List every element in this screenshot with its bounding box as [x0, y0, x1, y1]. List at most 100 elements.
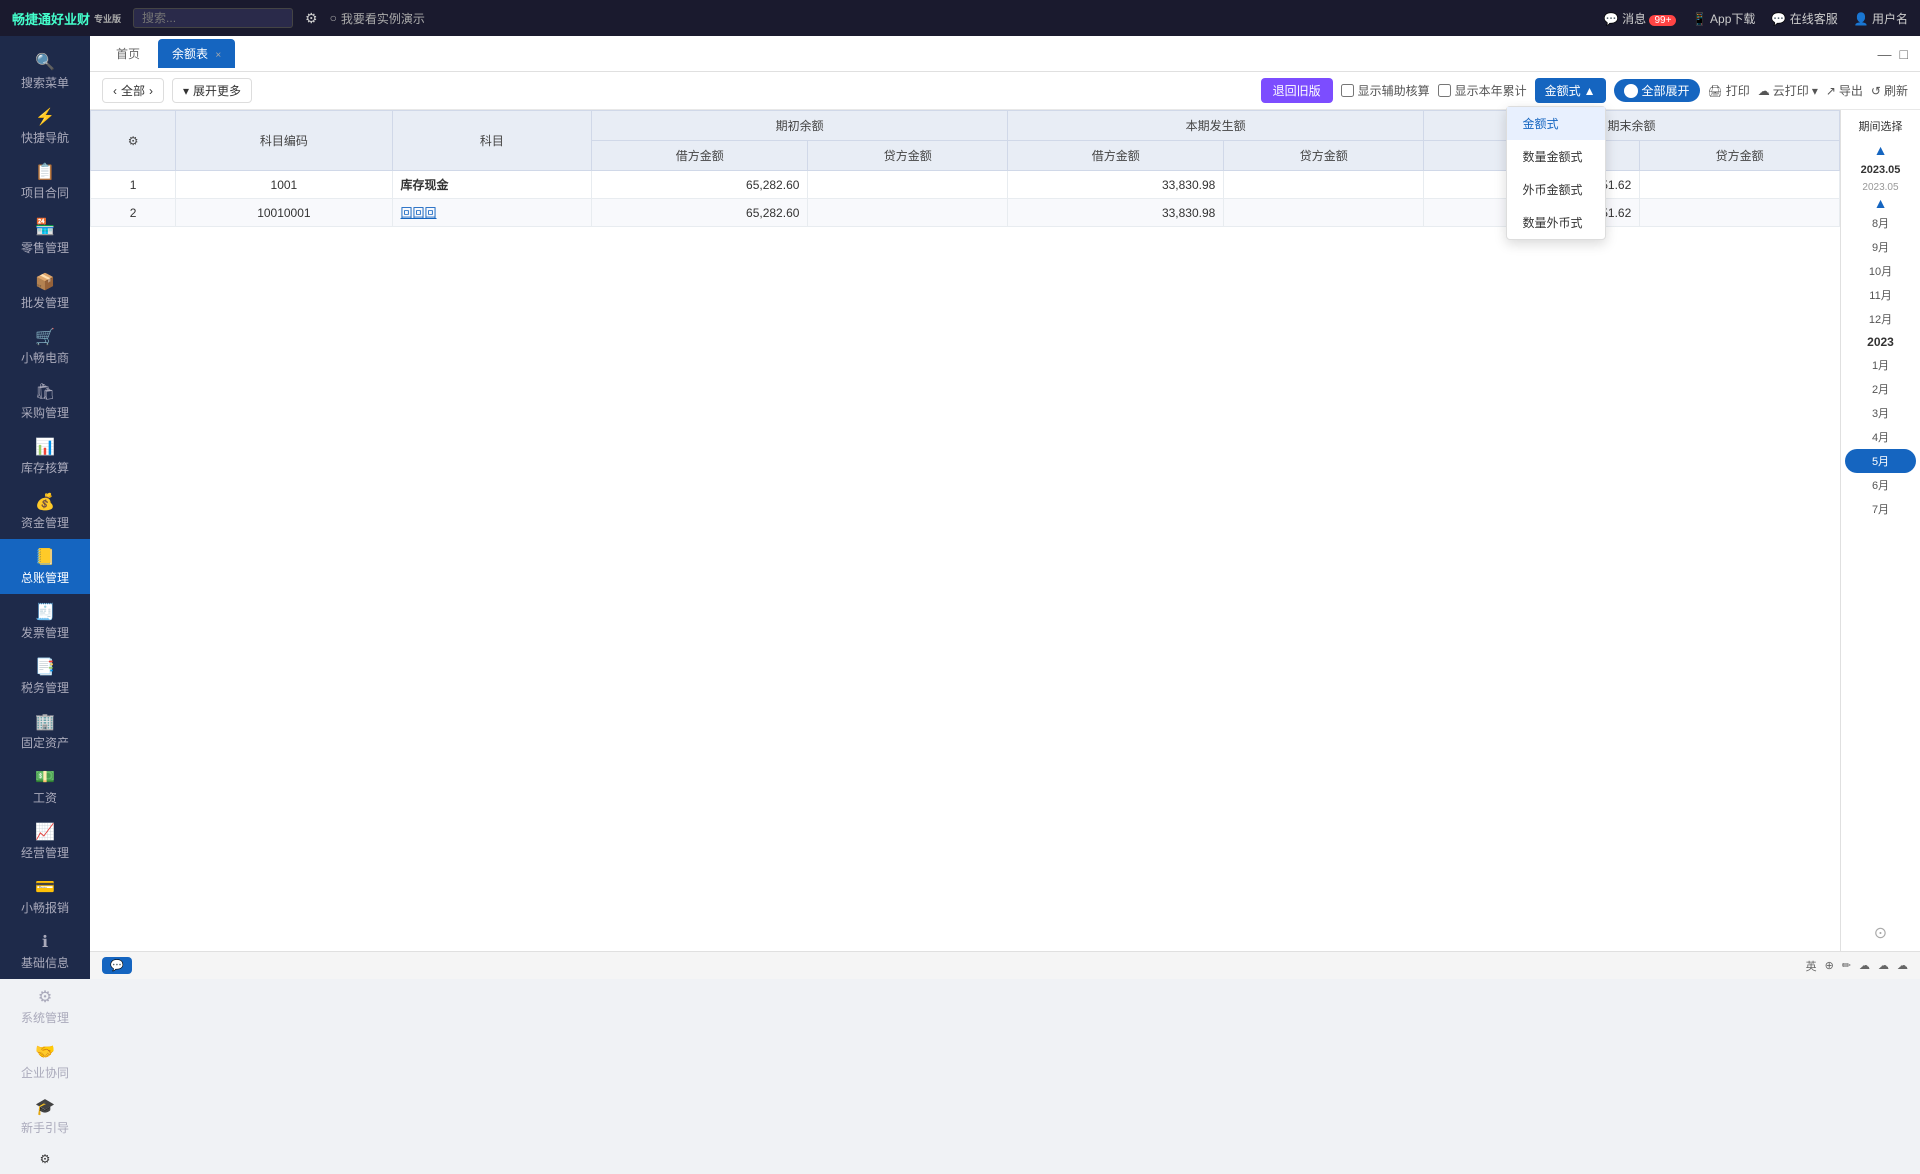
ytd-checkbox[interactable] — [1438, 84, 1451, 97]
th-name: 科目 — [392, 111, 592, 171]
tab-home[interactable]: 首页 — [102, 39, 154, 68]
ops-icon: 📈 — [35, 822, 55, 842]
sidebar-item-guide[interactable]: 🎓 新手引导 — [0, 1089, 90, 1144]
sidebar-item-purchase[interactable]: 🛍 采购管理 — [0, 374, 90, 429]
show-assist-check[interactable]: 显示辅助核算 — [1341, 82, 1430, 99]
expand-toggle-btn[interactable]: 全部展开 — [1614, 79, 1700, 102]
sidebar-item-expense[interactable]: 💳 小畅报销 — [0, 869, 90, 924]
ledger-icon: 📒 — [35, 547, 55, 567]
sidebar-label: 基础信息 — [21, 954, 69, 971]
rp-month-9[interactable]: 9月 — [1845, 235, 1916, 259]
rp-month-7[interactable]: 7月 — [1845, 497, 1916, 521]
settings-icon[interactable]: ⚙ — [305, 10, 318, 27]
sidebar-item-inventory[interactable]: 📊 库存核算 — [0, 429, 90, 484]
demo-link[interactable]: ○ 我要看实例演示 — [330, 10, 425, 27]
sidebar-item-collab[interactable]: 🤝 企业协同 — [0, 1034, 90, 1089]
refresh-btn[interactable]: ↺ 刷新 — [1871, 82, 1908, 99]
rp-month-11[interactable]: 11月 — [1845, 283, 1916, 307]
app-logo: 畅捷通好业财 专业版 — [12, 9, 121, 28]
table-cell[interactable]: 回回回 — [392, 199, 592, 227]
rp-up-arrow[interactable]: ▲ — [1874, 142, 1888, 158]
rp-month-6[interactable]: 6月 — [1845, 473, 1916, 497]
export-btn[interactable]: ↗ 导出 — [1826, 82, 1863, 99]
rp-month-8[interactable]: 8月 — [1845, 211, 1916, 235]
sidebar-item-assets[interactable]: 🏢 固定资产 — [0, 704, 90, 759]
right-panel: 期间选择 ▲ 2023.05 2023.05 ▲ 8月 9月 10月 11月 1… — [1840, 110, 1920, 951]
dropdown-item-amount[interactable]: 金额式 — [1507, 107, 1605, 140]
amount-type-btn[interactable]: 金额式 ▲ — [1535, 78, 1606, 103]
all-button[interactable]: ‹ 全部 › — [102, 78, 164, 103]
sidebar-item-funds[interactable]: 💰 资金管理 — [0, 484, 90, 539]
rp-month-10[interactable]: 10月 — [1845, 259, 1916, 283]
sidebar-item-retail[interactable]: 🏪 零售管理 — [0, 209, 90, 264]
sidebar-label: 资金管理 — [21, 514, 69, 531]
top-bar: 畅捷通好业财 专业版 ⚙ ○ 我要看实例演示 💬 消息 99+ 📱 App下载 … — [0, 0, 1920, 36]
demo-label: 我要看实例演示 — [341, 10, 425, 27]
lang-icon[interactable]: 英 — [1806, 958, 1817, 974]
th-cb-c: 贷方金额 — [1640, 141, 1840, 171]
cloud-icon[interactable]: ☁ — [1859, 959, 1870, 972]
rp-title: 期间选择 — [1859, 118, 1903, 134]
sidebar-item-quicknav[interactable]: ⚡ 快捷导航 — [0, 99, 90, 154]
sidebar-item-project[interactable]: 📋 项目合同 — [0, 154, 90, 209]
sidebar-item-ecommerce[interactable]: 🛒 小畅电商 — [0, 319, 90, 374]
cloud2-icon[interactable]: ☁ — [1878, 959, 1889, 972]
tab-minimize-btn[interactable]: — — [1878, 46, 1892, 62]
status-bar-right: 英 ⊕ ✏ ☁ ☁ ☁ — [1806, 958, 1908, 974]
rp-month-3[interactable]: 3月 — [1845, 401, 1916, 425]
sidebar-item-ops[interactable]: 📈 经营管理 — [0, 814, 90, 869]
user-avatar[interactable]: 👤 用户名 — [1854, 10, 1908, 27]
sidebar-bottom-settings[interactable]: ⚙ — [32, 1144, 59, 1174]
rp-month-5[interactable]: 5月 — [1845, 449, 1916, 473]
sidebar-item-base[interactable]: ℹ 基础信息 — [0, 924, 90, 979]
salary-icon: 💵 — [35, 767, 55, 787]
sidebar-item-salary[interactable]: 💵 工资 — [0, 759, 90, 814]
dropdown-item-currency-amount[interactable]: 外币金额式 — [1507, 173, 1605, 206]
zoom-icon[interactable]: ⊕ — [1825, 959, 1834, 972]
assets-icon: 🏢 — [35, 712, 55, 732]
th-settings[interactable]: ⚙ — [91, 111, 176, 171]
rp-month-1[interactable]: 1月 — [1845, 353, 1916, 377]
quicknav-icon: ⚡ — [35, 107, 55, 127]
chat-btn[interactable]: 💬 — [102, 957, 132, 974]
rp-month-2[interactable]: 2月 — [1845, 377, 1916, 401]
table-cell — [1224, 199, 1424, 227]
tab-close-icon[interactable]: × — [215, 50, 221, 61]
sidebar-settings-icon: ⚙ — [40, 1152, 51, 1166]
sidebar-item-wholesale[interactable]: 📦 批发管理 — [0, 264, 90, 319]
rp-month-4[interactable]: 4月 — [1845, 425, 1916, 449]
expand-more-button[interactable]: ▾ 展开更多 — [172, 78, 252, 103]
tab-maximize-btn[interactable]: □ — [1900, 46, 1908, 62]
msg-icon[interactable]: 💬 消息 99+ — [1604, 10, 1677, 27]
expand-all-label: 全部展开 — [1642, 82, 1690, 99]
amount-type-dropdown[interactable]: 金额式 ▲ 金额式 数量金额式 外币金额式 数量外币式 — [1535, 78, 1606, 103]
app-download[interactable]: 📱 App下载 — [1692, 10, 1755, 27]
show-ytd-check[interactable]: 显示本年累计 — [1438, 82, 1527, 99]
rp-down-arrow[interactable]: ▲ — [1874, 195, 1888, 211]
retail-icon: 🏪 — [35, 217, 55, 237]
cloud3-icon[interactable]: ☁ — [1897, 959, 1908, 972]
return-old-btn[interactable]: 退回旧版 — [1261, 78, 1333, 103]
rp-collapse-icon[interactable]: ⊙ — [1874, 923, 1887, 943]
assist-checkbox[interactable] — [1341, 84, 1354, 97]
sidebar-item-search[interactable]: 🔍 搜索菜单 — [0, 44, 90, 99]
sidebar-item-invoice[interactable]: 🧾 发票管理 — [0, 594, 90, 649]
sidebar-item-tax[interactable]: 📑 税务管理 — [0, 649, 90, 704]
dropdown-item-qty-currency[interactable]: 数量外币式 — [1507, 206, 1605, 239]
cloud-print-btn[interactable]: ☁ 云打印 ▾ — [1758, 82, 1818, 99]
tab-balance[interactable]: 余额表 × — [158, 39, 235, 68]
sidebar-label: 搜索菜单 — [21, 74, 69, 91]
print-btn[interactable]: 🖨 打印 — [1708, 82, 1750, 99]
rp-month-12[interactable]: 12月 — [1845, 307, 1916, 331]
th-period: 本期发生额 — [1008, 111, 1424, 141]
edit-icon[interactable]: ✏ — [1842, 959, 1851, 972]
top-search-input[interactable] — [133, 8, 293, 28]
status-bar: 💬 英 ⊕ ✏ ☁ ☁ ☁ — [90, 951, 1920, 979]
sidebar-item-system[interactable]: ⚙ 系统管理 — [0, 979, 90, 1034]
sidebar: 🔍 搜索菜单 ⚡ 快捷导航 📋 项目合同 🏪 零售管理 📦 批发管理 🛒 小畅电… — [0, 36, 90, 979]
online-service[interactable]: 💬 在线客服 — [1771, 10, 1837, 27]
table-cell: 1 — [91, 171, 176, 199]
sidebar-item-ledger[interactable]: 📒 总账管理 — [0, 539, 90, 594]
th-pc: 贷方金额 — [1224, 141, 1424, 171]
dropdown-item-qty-amount[interactable]: 数量金额式 — [1507, 140, 1605, 173]
